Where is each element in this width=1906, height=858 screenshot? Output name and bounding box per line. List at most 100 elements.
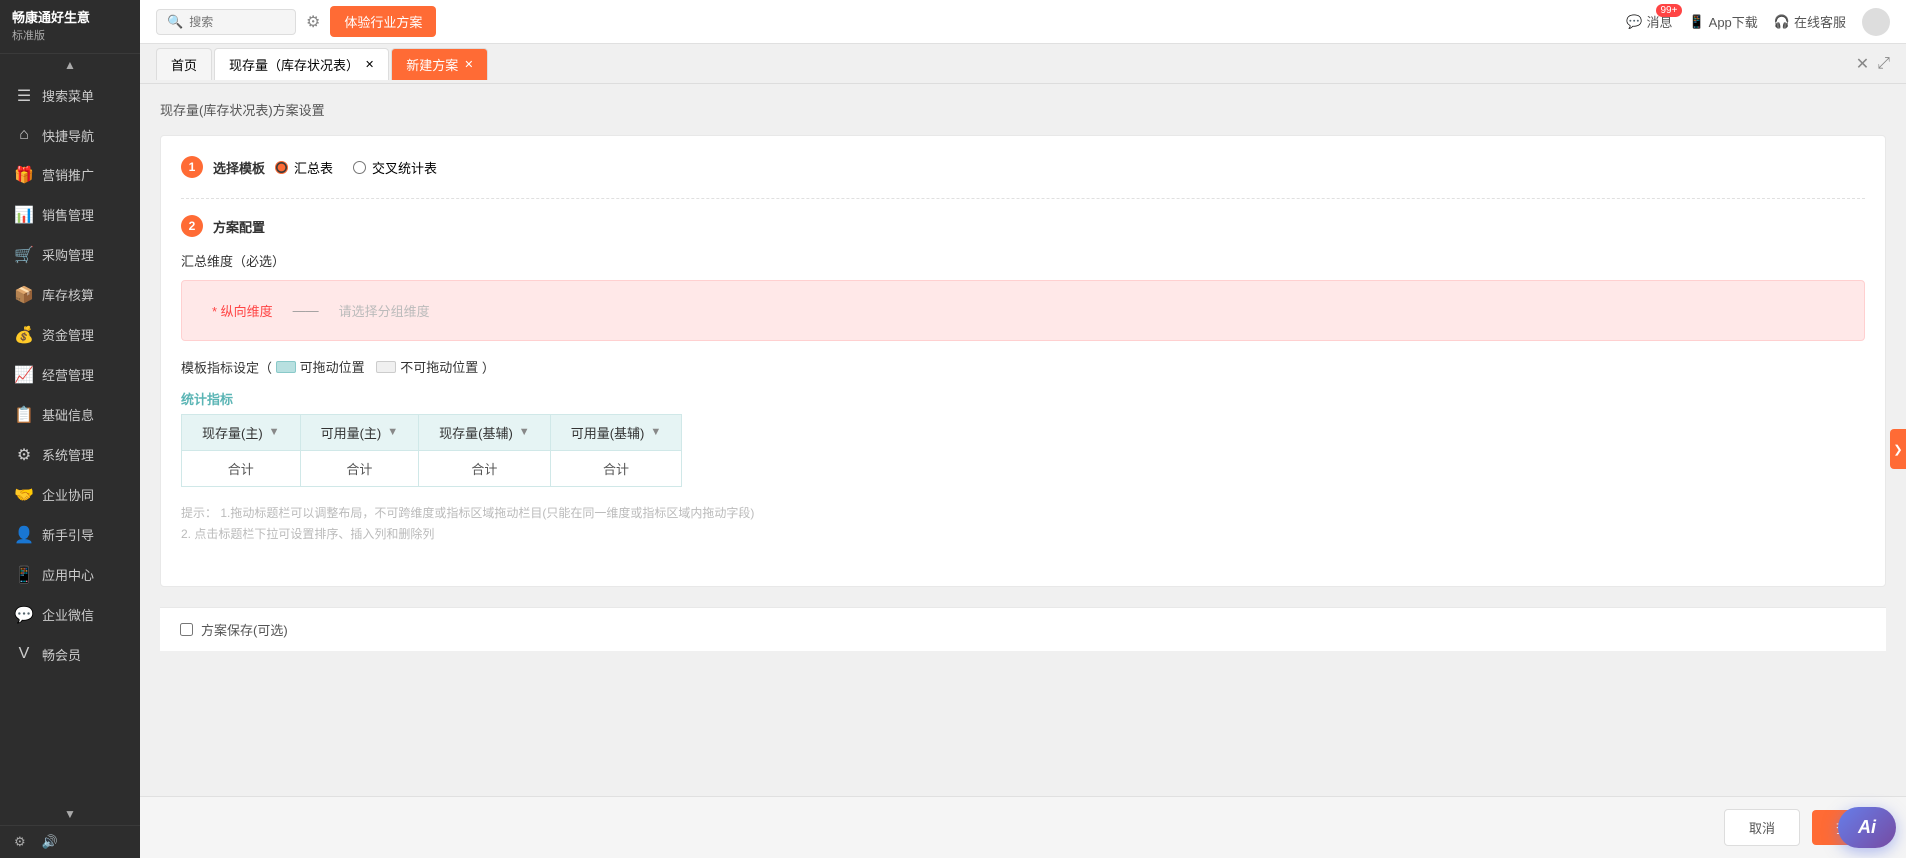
message-count: 99+ (1656, 4, 1683, 17)
step2-section: 2 方案配置 汇总维度（必选） * 纵向维度 —— 请选择分组维度 模板指标设定… (181, 215, 1865, 546)
tab-new-plan-close-icon[interactable]: ✕ (464, 58, 473, 71)
sidebar-item-finance[interactable]: 💰 资金管理 (0, 315, 140, 355)
settings-icon[interactable]: ⚙ (14, 834, 26, 850)
radio-cross-input[interactable] (353, 161, 366, 174)
hint-1: 提示： 1.拖动标题栏可以调整布局，不可跨维度或指标区域拖动栏目(只能在同一维度… (181, 503, 1865, 525)
col-arrow-3[interactable]: ▼ (650, 426, 661, 438)
sidebar-item-sales[interactable]: 📊 销售管理 (0, 195, 140, 235)
sidebar-item-inventory[interactable]: 📦 库存核算 (0, 275, 140, 315)
sidebar-item-label: 资金管理 (42, 325, 94, 344)
sidebar-item-app-center[interactable]: 📱 应用中心 (0, 555, 140, 595)
indicator-title-suffix: ） (482, 361, 495, 376)
mobile-icon: 📱 (14, 565, 34, 585)
col-header-2[interactable]: 现存量(基辅) ▼ (419, 414, 551, 450)
save-checkbox[interactable] (180, 623, 193, 636)
step1-section: 1 选择模板 汇总表 交叉统计表 (181, 156, 1865, 178)
sidebar-item-cooperation[interactable]: 🤝 企业协同 (0, 475, 140, 515)
tab-inventory-close-icon[interactable]: ✕ (365, 58, 374, 71)
sidebar-item-system[interactable]: ⚙ 系统管理 (0, 435, 140, 475)
sidebar-scroll-down[interactable]: ▼ (0, 803, 140, 825)
search-box[interactable]: 🔍 (156, 9, 296, 35)
sidebar: 畅康通好生意 标准版 ▲ ☰ 搜索菜单 ⌂ 快捷导航 🎁 营销推广 📊 销售管理… (0, 0, 140, 858)
sidebar-item-base-info[interactable]: 📋 基础信息 (0, 395, 140, 435)
sidebar-item-label: 畅会员 (42, 645, 81, 664)
col-arrow-0[interactable]: ▼ (269, 426, 280, 438)
sidebar-item-quick-nav[interactable]: ⌂ 快捷导航 (0, 116, 140, 155)
col-label-1: 可用量(主) (321, 423, 382, 442)
radio-summary-label: 汇总表 (294, 158, 333, 177)
cell-2: 合计 (419, 450, 551, 486)
radio-summary-input[interactable] (275, 161, 288, 174)
col-header-1[interactable]: 可用量(主) ▼ (300, 414, 419, 450)
sidebar-item-search-menu[interactable]: ☰ 搜索菜单 (0, 76, 140, 116)
sidebar-item-label: 搜索菜单 (42, 86, 94, 105)
app-download-link[interactable]: 📱 App下载 (1688, 12, 1757, 31)
sidebar-item-new-guide[interactable]: 👤 新手引导 (0, 515, 140, 555)
step2-num: 2 (181, 215, 203, 237)
search-input[interactable] (189, 15, 279, 29)
fixed-legend-label: 不可拖动位置 (400, 357, 478, 376)
bottom-actions: 取消 查询 (140, 796, 1906, 858)
col-arrow-2[interactable]: ▼ (519, 426, 530, 438)
tab-home[interactable]: 首页 (156, 48, 212, 80)
dimension-section-label: 汇总维度（必选） (181, 251, 1865, 270)
sidebar-item-label: 系统管理 (42, 445, 94, 464)
topbar-left: 🔍 ⚙ 体验行业方案 (156, 6, 1614, 37)
app-download-label: App下载 (1709, 12, 1758, 31)
sidebar-item-label: 新手引导 (42, 525, 94, 544)
indicator-label: 模板指标设定（ 可拖动位置 不可拖动位置 (181, 357, 1865, 377)
online-support-link[interactable]: 🎧 在线客服 (1774, 12, 1846, 31)
table-row: 合计 合计 合计 合计 (182, 450, 682, 486)
cell-0: 合计 (182, 450, 301, 486)
col-header-3[interactable]: 可用量(基辅) ▼ (550, 414, 682, 450)
industry-plan-button[interactable]: 体验行业方案 (330, 6, 436, 37)
window-expand-icon[interactable]: ⤢ (1877, 55, 1890, 73)
sidebar-item-purchase[interactable]: 🛒 采购管理 (0, 235, 140, 275)
download-icon: 📱 (1688, 14, 1704, 30)
collapse-button[interactable]: ❯ (1890, 429, 1906, 469)
save-label[interactable]: 方案保存(可选) (201, 620, 288, 639)
step1-header: 1 选择模板 汇总表 交叉统计表 (181, 156, 1865, 178)
col-header-0[interactable]: 现存量(主) ▼ (182, 414, 301, 450)
user-icon: 👤 (14, 525, 34, 545)
topbar-right: 💬 消息 99+ 📱 App下载 🎧 在线客服 (1626, 8, 1890, 36)
tab-inventory-label: 现存量（库存状况表） (229, 55, 359, 74)
sidebar-scroll-up[interactable]: ▲ (0, 54, 140, 76)
col-arrow-1[interactable]: ▼ (387, 426, 398, 438)
app-version: 标准版 (12, 27, 128, 43)
page-title: 现存量(库存状况表)方案设置 (160, 100, 1886, 119)
chart-icon: 📊 (14, 205, 34, 225)
sidebar-item-label: 快捷导航 (42, 126, 94, 145)
sidebar-item-label: 企业协同 (42, 485, 94, 504)
divider1 (181, 198, 1865, 199)
sidebar-item-vip-member[interactable]: V 畅会员 (0, 635, 140, 674)
user-avatar[interactable] (1862, 8, 1890, 36)
sidebar-item-label: 应用中心 (42, 565, 94, 584)
sidebar-item-enterprise-wechat[interactable]: 💬 企业微信 (0, 595, 140, 635)
sidebar-item-marketing[interactable]: 🎁 营销推广 (0, 155, 140, 195)
sidebar-bottom: ⚙ 🔊 (0, 825, 140, 858)
sidebar-item-label: 采购管理 (42, 245, 94, 264)
sidebar-logo: 畅康通好生意 标准版 (0, 0, 140, 54)
message-badge[interactable]: 💬 消息 99+ (1626, 12, 1672, 31)
search-icon: 🔍 (167, 14, 183, 30)
cancel-button[interactable]: 取消 (1724, 809, 1800, 846)
draggable-legend-box (276, 361, 296, 373)
radio-summary[interactable]: 汇总表 (275, 158, 333, 177)
settings-gear-icon[interactable]: ⚙ (306, 12, 320, 32)
radio-cross[interactable]: 交叉统计表 (353, 158, 437, 177)
vertical-dimension-box[interactable]: * 纵向维度 —— 请选择分组维度 (181, 280, 1865, 341)
clipboard-icon: 📋 (14, 405, 34, 425)
window-close-icon[interactable]: ✕ (1856, 54, 1869, 74)
online-support-label: 在线客服 (1794, 12, 1846, 31)
col-label-2: 现存量(基辅) (439, 423, 513, 442)
tab-new-plan[interactable]: 新建方案 ✕ (391, 48, 488, 80)
tab-home-label: 首页 (171, 55, 197, 74)
audio-icon[interactable]: 🔊 (42, 834, 58, 850)
tab-inventory-status[interactable]: 现存量（库存状况表） ✕ (214, 48, 389, 80)
ai-badge[interactable]: Ai (1838, 807, 1896, 848)
home-icon: ⌂ (14, 126, 34, 144)
fixed-legend-box (376, 361, 396, 373)
sidebar-item-operations[interactable]: 📈 经营管理 (0, 355, 140, 395)
col-label-0: 现存量(主) (202, 423, 263, 442)
